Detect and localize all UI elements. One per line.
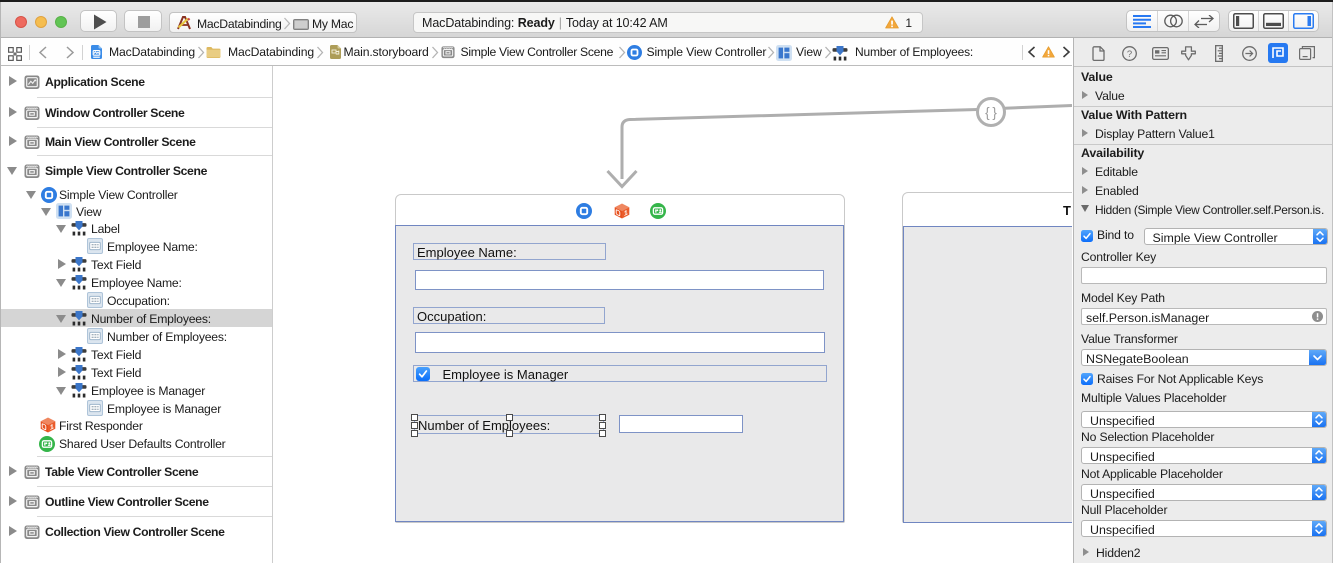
- svg-text:{ }: { }: [985, 105, 997, 120]
- svg-text:?: ?: [1127, 49, 1132, 60]
